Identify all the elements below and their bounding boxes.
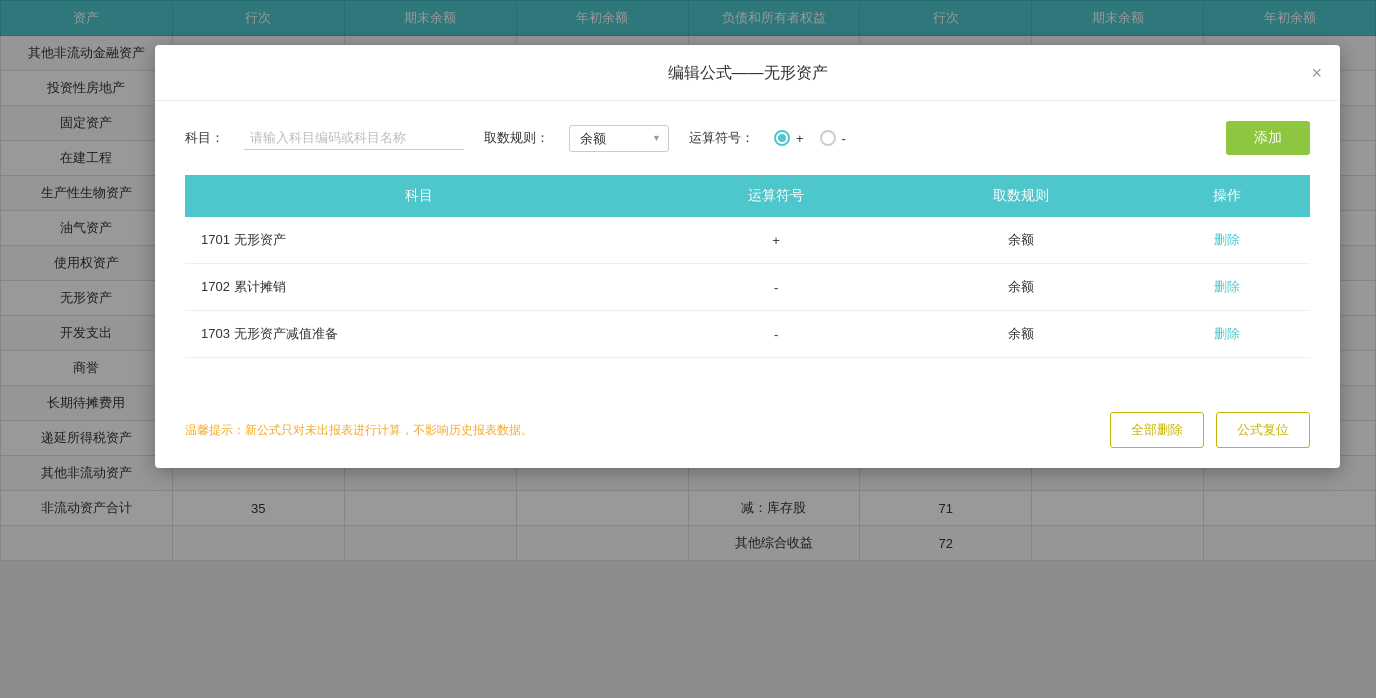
formula-form-row: 科目： 取数规则： 余额 借方 贷方 借方累计 贷方累计 运算符号： +	[185, 121, 1310, 155]
operator-radio-group: + -	[774, 130, 846, 146]
operator-plus-label: +	[796, 131, 804, 146]
footer-tip: 温馨提示：新公式只对未出报表进行计算，不影响历史报表数据。	[185, 422, 533, 439]
formula-table: 科目 运算符号 取数规则 操作 1701 无形资产+余额删除1702 累计摊销-…	[185, 175, 1310, 358]
row-action: 删除	[1143, 264, 1310, 311]
modal-close-button[interactable]: ×	[1311, 64, 1322, 82]
rule-label: 取数规则：	[484, 129, 549, 147]
col-header-action: 操作	[1143, 175, 1310, 217]
formula-table-body: 1701 无形资产+余额删除1702 累计摊销-余额删除1703 无形资产减值准…	[185, 217, 1310, 358]
delete-row-button[interactable]: 删除	[1214, 278, 1240, 296]
col-header-operator: 运算符号	[654, 175, 899, 217]
modal-body: 科目： 取数规则： 余额 借方 贷方 借方累计 贷方累计 运算符号： +	[155, 101, 1340, 398]
list-item: 1701 无形资产+余额 删除	[185, 217, 1310, 264]
delete-row-button[interactable]: 删除	[1214, 325, 1240, 343]
col-header-subject: 科目	[185, 175, 654, 217]
formula-reset-button[interactable]: 公式复位	[1216, 412, 1310, 448]
footer-buttons: 全部删除 公式复位	[1110, 412, 1310, 448]
row-rule: 余额	[898, 264, 1143, 311]
row-subject: 1701 无形资产	[185, 217, 654, 264]
modal-footer: 温馨提示：新公式只对未出报表进行计算，不影响历史报表数据。 全部删除 公式复位	[155, 398, 1340, 468]
subject-label: 科目：	[185, 129, 224, 147]
modal-header: 编辑公式——无形资产 ×	[155, 45, 1340, 101]
row-operator: +	[654, 217, 899, 264]
delete-row-button[interactable]: 删除	[1214, 231, 1240, 249]
modal-title: 编辑公式——无形资产	[668, 63, 828, 84]
operator-plus-circle	[774, 130, 790, 146]
operator-minus-circle	[820, 130, 836, 146]
row-operator: -	[654, 311, 899, 358]
subject-input[interactable]	[244, 126, 464, 150]
formula-table-head: 科目 运算符号 取数规则 操作	[185, 175, 1310, 217]
rule-select[interactable]: 余额 借方 贷方 借方累计 贷方累计	[569, 125, 669, 152]
edit-formula-modal: 编辑公式——无形资产 × 科目： 取数规则： 余额 借方 贷方 借方累计 贷方累…	[155, 45, 1340, 468]
list-item: 1703 无形资产减值准备-余额 删除	[185, 311, 1310, 358]
row-rule: 余额	[898, 217, 1143, 264]
add-button[interactable]: 添加	[1226, 121, 1310, 155]
operator-minus-radio[interactable]: -	[820, 130, 846, 146]
formula-table-header-row: 科目 运算符号 取数规则 操作	[185, 175, 1310, 217]
row-action: 删除	[1143, 217, 1310, 264]
row-operator: -	[654, 264, 899, 311]
row-subject: 1703 无形资产减值准备	[185, 311, 654, 358]
col-header-rule: 取数规则	[898, 175, 1143, 217]
operator-label: 运算符号：	[689, 129, 754, 147]
operator-minus-label: -	[842, 131, 846, 146]
delete-all-button[interactable]: 全部删除	[1110, 412, 1204, 448]
row-rule: 余额	[898, 311, 1143, 358]
rule-select-wrap: 余额 借方 贷方 借方累计 贷方累计	[569, 125, 669, 152]
operator-plus-radio[interactable]: +	[774, 130, 804, 146]
row-action: 删除	[1143, 311, 1310, 358]
list-item: 1702 累计摊销-余额 删除	[185, 264, 1310, 311]
row-subject: 1702 累计摊销	[185, 264, 654, 311]
